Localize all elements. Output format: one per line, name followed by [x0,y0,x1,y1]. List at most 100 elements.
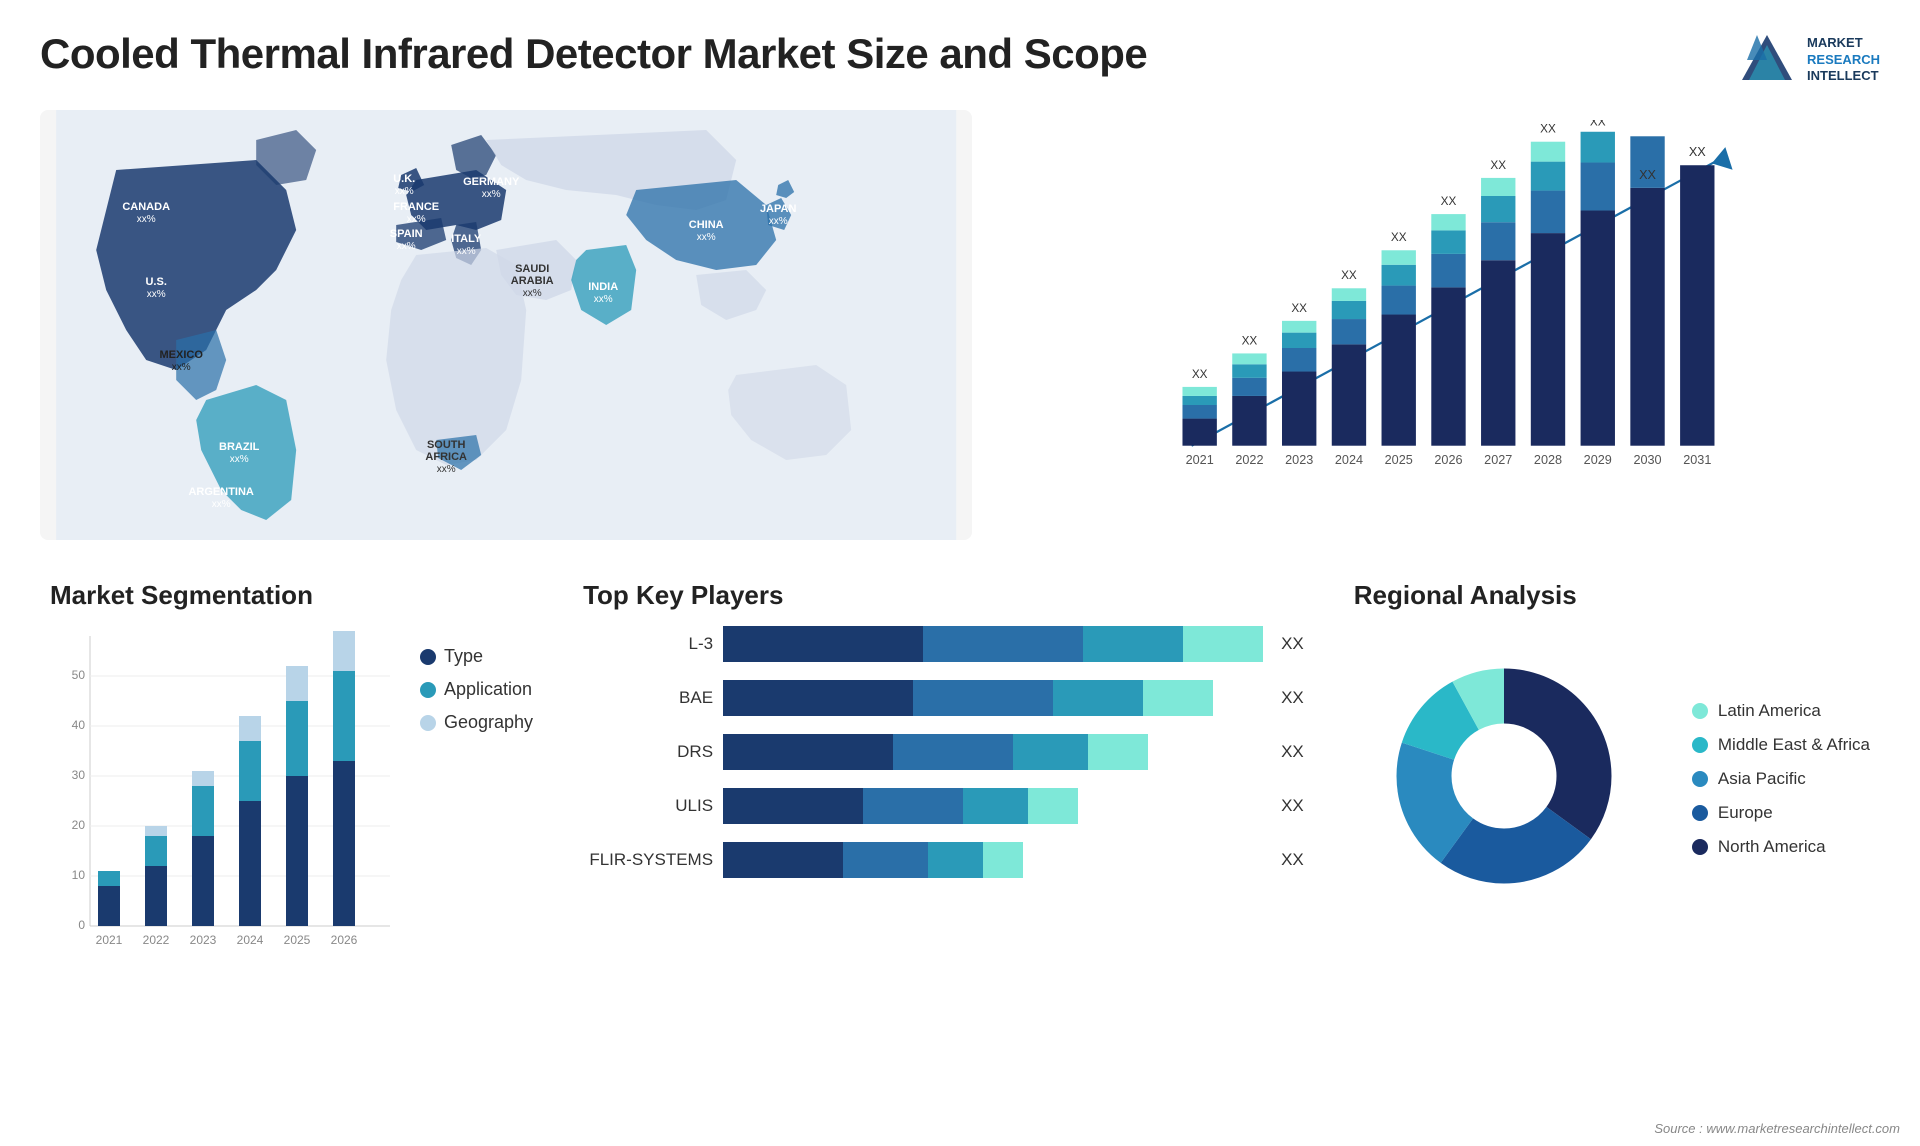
world-map-container: CANADA xx% U.S. xx% MEXICO xx% BRAZIL xx… [40,110,972,540]
svg-text:SAUDI: SAUDI [515,263,549,275]
svg-text:FRANCE: FRANCE [393,201,439,213]
svg-text:GERMANY: GERMANY [463,176,520,188]
svg-text:CHINA: CHINA [689,219,724,231]
player-bar-flir [723,842,1263,878]
svg-text:XX: XX [1441,195,1457,208]
asia-pacific-label: Asia Pacific [1718,769,1806,789]
legend-asia-pacific: Asia Pacific [1692,769,1870,789]
svg-text:2028: 2028 [1534,453,1562,467]
growth-bar-chart: XX XX XX [1012,120,1860,500]
svg-text:ARGENTINA: ARGENTINA [188,486,253,498]
svg-text:10: 10 [72,868,86,882]
svg-text:2024: 2024 [237,933,264,947]
svg-text:XX: XX [1491,159,1507,172]
player-row-ulis: ULIS XX [583,788,1304,824]
svg-text:2022: 2022 [143,933,170,947]
bar-seg2 [893,734,1013,770]
europe-label: Europe [1718,803,1773,823]
regional-section: Regional Analysis [1344,570,1880,1060]
segmentation-section: Market Segmentation 0 10 20 30 40 50 [40,570,543,1060]
bar-seg4 [1028,788,1078,824]
seg-legend: Type Application Geography [420,626,533,733]
svg-text:xx%: xx% [172,362,191,373]
players-section: Top Key Players L-3 XX BAE [573,570,1314,1060]
svg-text:xx%: xx% [230,454,249,465]
bar-seg2 [843,842,928,878]
svg-text:XX: XX [1242,334,1258,347]
player-bar-drs [723,734,1263,770]
svg-text:30: 30 [72,768,86,782]
svg-text:XX: XX [1639,168,1656,182]
brand-logo-icon [1737,30,1797,90]
svg-text:xx%: xx% [437,464,456,475]
svg-text:0: 0 [78,918,85,932]
latin-america-dot [1692,703,1708,719]
player-row-drs: DRS XX [583,734,1304,770]
svg-text:2021: 2021 [96,933,123,947]
svg-text:20: 20 [72,818,86,832]
bar-seg1 [723,842,843,878]
segmentation-title: Market Segmentation [50,580,533,611]
player-xx-flir: XX [1281,850,1304,870]
brand-name: MARKET RESEARCH INTELLECT [1807,35,1880,86]
svg-text:SOUTH: SOUTH [427,439,466,451]
svg-text:CANADA: CANADA [122,201,170,213]
geography-dot [420,715,436,731]
svg-text:XX: XX [1689,145,1706,159]
application-dot [420,682,436,698]
svg-text:xx%: xx% [769,216,788,227]
svg-text:AFRICA: AFRICA [425,451,467,463]
player-row-l3: L-3 XX [583,626,1304,662]
bar-seg1 [723,788,863,824]
player-row-flir: FLIR-SYSTEMS XX [583,842,1304,878]
player-xx-drs: XX [1281,742,1304,762]
svg-text:2025: 2025 [284,933,311,947]
svg-text:2027: 2027 [1485,453,1513,467]
player-row-bae: BAE XX [583,680,1304,716]
seg-chart-area: 0 10 20 30 40 50 [50,626,533,1006]
type-dot [420,649,436,665]
svg-text:MEXICO: MEXICO [159,349,203,361]
bar-seg3 [1013,734,1088,770]
svg-text:2029: 2029 [1584,453,1612,467]
svg-text:U.K.: U.K. [393,173,415,185]
bar-seg1 [723,680,913,716]
application-label: Application [444,679,532,700]
bar-chart-container: XX XX XX [992,110,1880,540]
player-bar-l3 [723,626,1263,662]
segmentation-chart: 0 10 20 30 40 50 [50,626,400,986]
bar-seg4 [983,842,1023,878]
svg-text:XX: XX [1391,231,1407,244]
svg-text:INDIA: INDIA [588,281,618,293]
seg-chart-svg-wrap: 0 10 20 30 40 50 [50,626,400,991]
donut-chart [1354,626,1672,931]
legend-north-america: North America [1692,837,1870,857]
svg-text:2030: 2030 [1634,453,1662,467]
svg-text:SPAIN: SPAIN [390,228,423,240]
world-map-svg: CANADA xx% U.S. xx% MEXICO xx% BRAZIL xx… [40,110,972,540]
north-america-label: North America [1718,837,1826,857]
svg-text:2023: 2023 [190,933,217,947]
bar-seg3 [1083,626,1183,662]
svg-text:XX: XX [1192,368,1208,381]
logo-area: MARKET RESEARCH INTELLECT [1737,30,1880,90]
players-title: Top Key Players [583,580,1304,611]
geography-label: Geography [444,712,533,733]
legend-middle-east-africa: Middle East & Africa [1692,735,1870,755]
player-name-l3: L-3 [583,634,713,654]
source-text: Source : www.marketresearchintellect.com [1654,1121,1900,1136]
bar-seg3 [963,788,1028,824]
latin-america-label: Latin America [1718,701,1821,721]
svg-text:XX: XX [1341,269,1357,282]
svg-text:ARABIA: ARABIA [511,275,554,287]
svg-text:XX: XX [1292,302,1308,315]
europe-dot [1692,805,1708,821]
bottom-section: Market Segmentation 0 10 20 30 40 50 [40,570,1880,1060]
svg-text:xx%: xx% [397,241,416,252]
svg-text:2026: 2026 [331,933,358,947]
svg-text:xx%: xx% [697,232,716,243]
page-title: Cooled Thermal Infrared Detector Market … [40,30,1147,78]
donut-svg [1354,626,1654,926]
player-name-ulis: ULIS [583,796,713,816]
svg-text:BRAZIL: BRAZIL [219,441,260,453]
